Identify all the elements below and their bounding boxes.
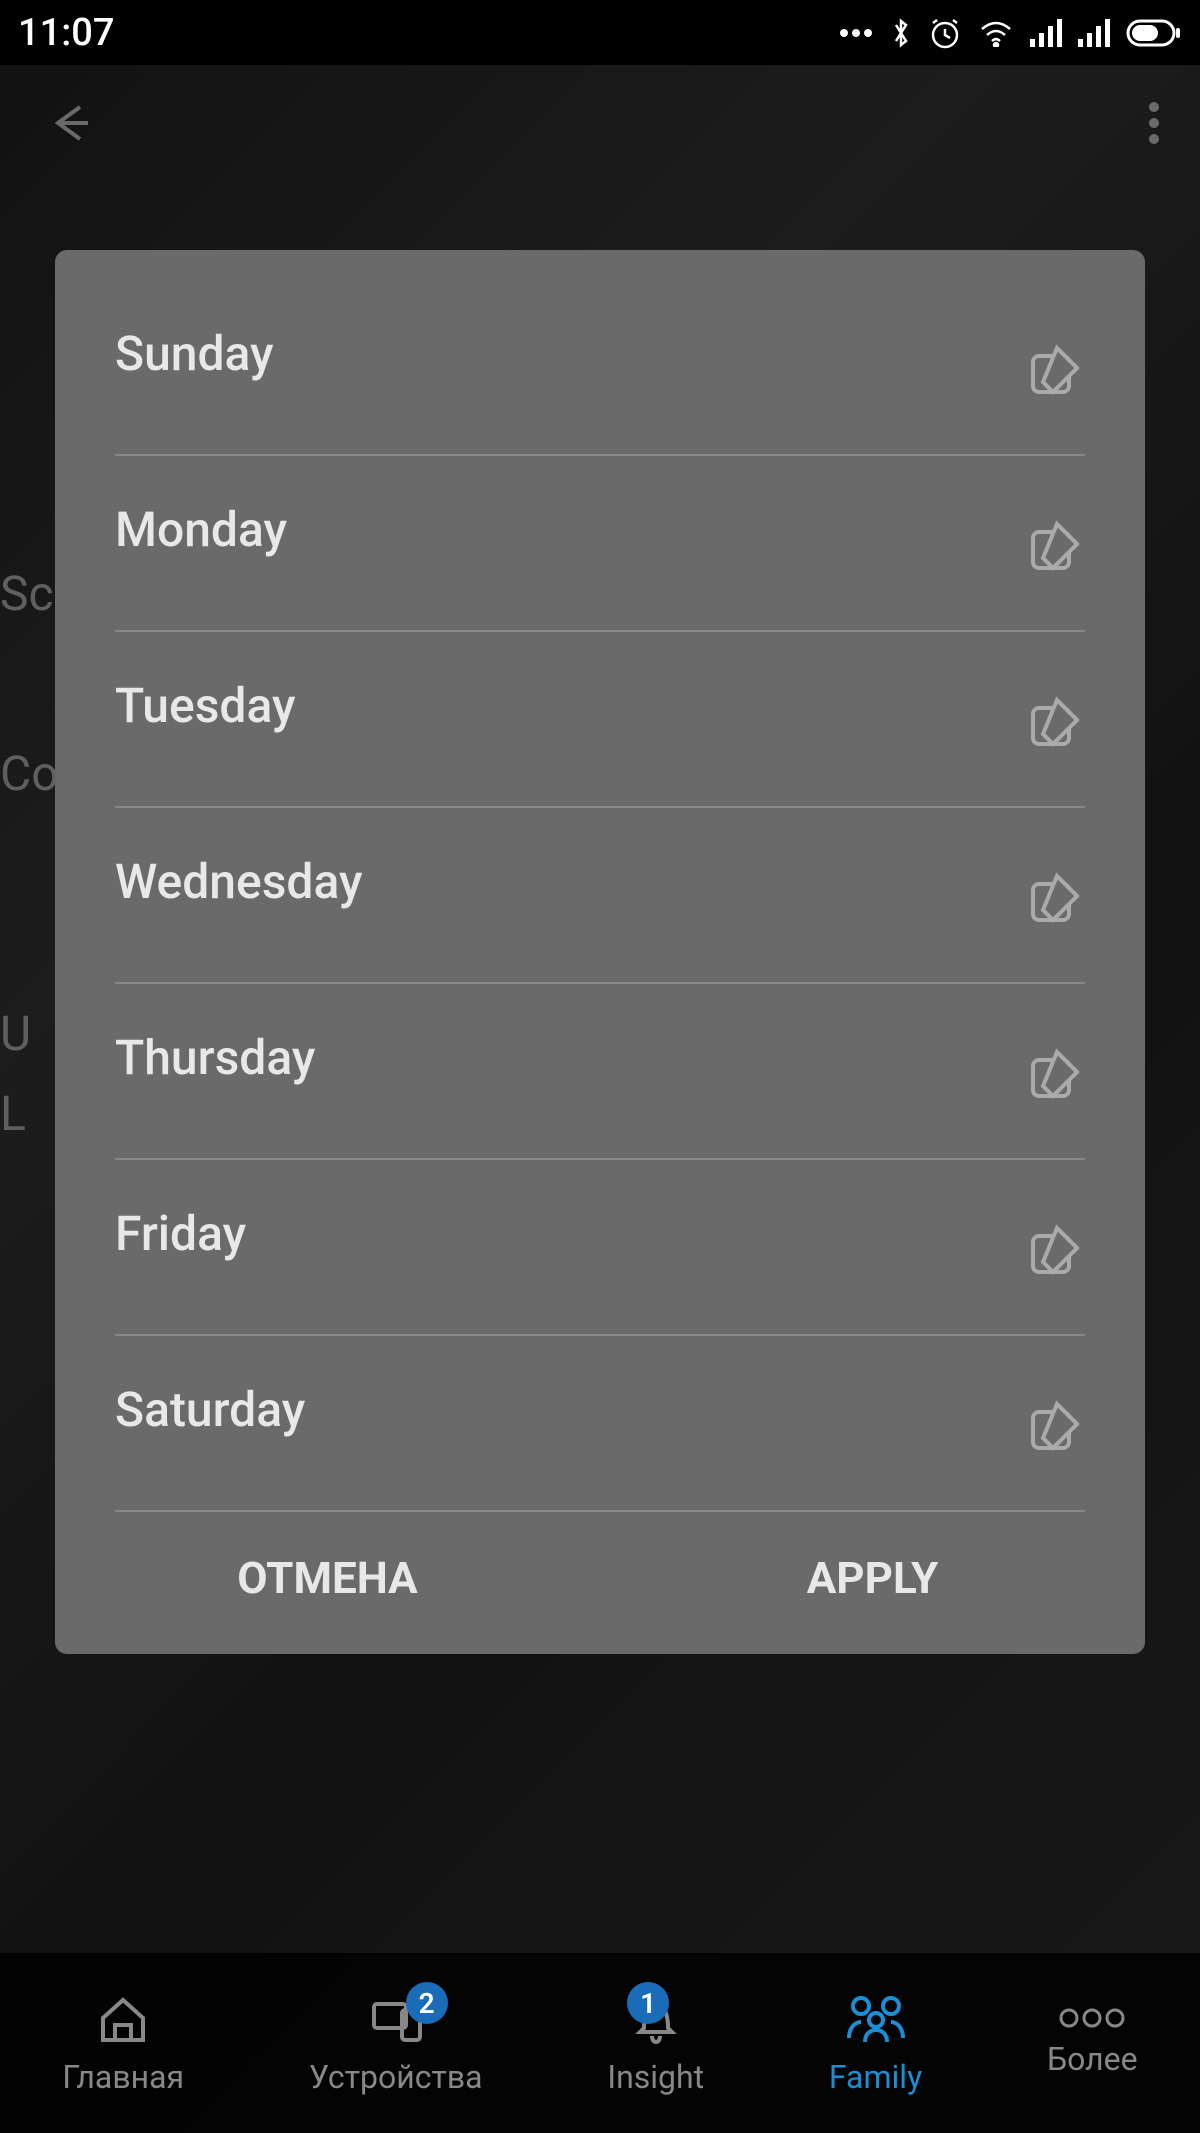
status-time: 11:07 xyxy=(18,11,114,55)
status-icons xyxy=(838,15,1182,51)
more-dots-icon xyxy=(838,27,874,39)
signal-icon xyxy=(1030,19,1062,47)
nav-devices[interactable]: 2 Устройства xyxy=(309,1990,483,2096)
edit-icon[interactable] xyxy=(1025,1220,1085,1284)
nav-label: Family xyxy=(829,2058,922,2096)
cancel-button[interactable]: ОТМЕНА xyxy=(55,1552,600,1604)
day-item-saturday[interactable]: Saturday xyxy=(115,1336,1085,1512)
bottom-nav: Главная 2 Устройства 1 Insight Family Бо… xyxy=(0,1953,1200,2133)
nav-badge: 1 xyxy=(627,1982,669,2024)
day-item-friday[interactable]: Friday xyxy=(115,1160,1085,1336)
bluetooth-icon xyxy=(890,15,912,51)
day-item-monday[interactable]: Monday xyxy=(115,456,1085,632)
nav-label: Insight xyxy=(607,2058,704,2096)
day-label: Friday xyxy=(115,1205,246,1262)
day-label: Monday xyxy=(115,501,287,558)
wifi-icon xyxy=(978,19,1014,47)
signal-icon-2 xyxy=(1078,19,1110,47)
nav-family[interactable]: Family xyxy=(829,1990,922,2096)
apply-button[interactable]: APPLY xyxy=(600,1552,1145,1604)
edit-icon[interactable] xyxy=(1025,868,1085,932)
day-label: Saturday xyxy=(115,1381,305,1438)
nav-label: Более xyxy=(1047,2040,1138,2078)
day-label: Wednesday xyxy=(115,853,363,910)
nav-badge: 2 xyxy=(406,1982,448,2024)
family-icon xyxy=(841,1990,911,2050)
nav-more[interactable]: Более xyxy=(1047,2008,1138,2078)
day-list: Sunday Monday Tuesday Wednesday xyxy=(55,280,1145,1512)
day-item-thursday[interactable]: Thursday xyxy=(115,984,1085,1160)
alarm-icon xyxy=(928,16,962,50)
edit-icon[interactable] xyxy=(1025,340,1085,404)
day-item-tuesday[interactable]: Tuesday xyxy=(115,632,1085,808)
nav-label: Устройства xyxy=(309,2058,483,2096)
day-item-sunday[interactable]: Sunday xyxy=(115,280,1085,456)
edit-icon[interactable] xyxy=(1025,1044,1085,1108)
battery-icon xyxy=(1126,19,1182,47)
edit-icon[interactable] xyxy=(1025,516,1085,580)
home-icon xyxy=(93,1990,153,2050)
nav-insight[interactable]: 1 Insight xyxy=(607,1990,704,2096)
schedule-dialog: Sunday Monday Tuesday Wednesday xyxy=(55,250,1145,1654)
more-icon xyxy=(1057,2008,1127,2032)
nav-label: Главная xyxy=(62,2058,184,2096)
day-label: Tuesday xyxy=(115,677,295,734)
edit-icon[interactable] xyxy=(1025,692,1085,756)
status-bar: 11:07 xyxy=(0,0,1200,65)
day-item-wednesday[interactable]: Wednesday xyxy=(115,808,1085,984)
nav-home[interactable]: Главная xyxy=(62,1990,184,2096)
day-label: Thursday xyxy=(115,1029,315,1086)
edit-icon[interactable] xyxy=(1025,1396,1085,1460)
day-label: Sunday xyxy=(115,325,274,382)
modal-buttons: ОТМЕНА APPLY xyxy=(55,1512,1145,1654)
